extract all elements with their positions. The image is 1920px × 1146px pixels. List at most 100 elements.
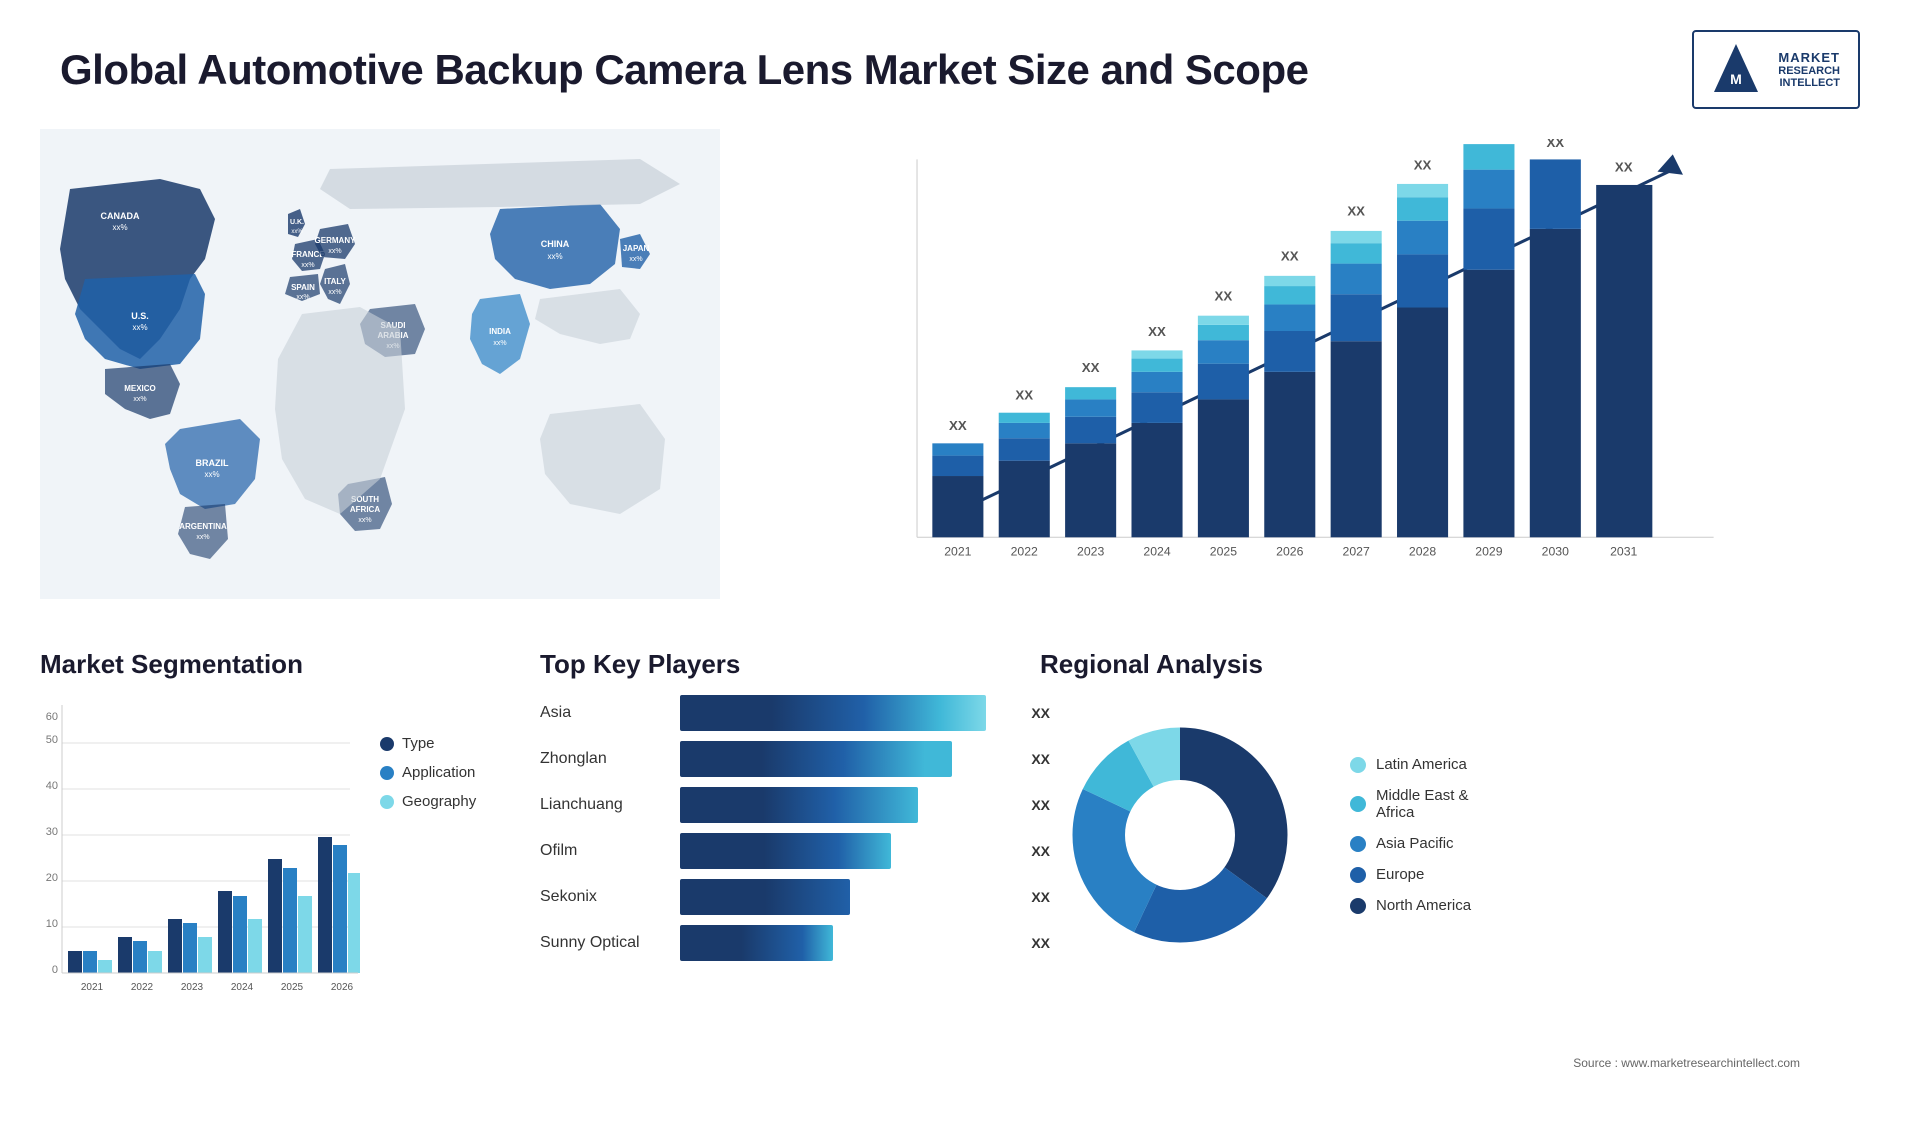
bottom-area: Market Segmentation 0 10 20 30 40 50 60 (0, 629, 1920, 1049)
svg-text:SPAIN: SPAIN (291, 283, 315, 292)
svg-text:XX: XX (1615, 160, 1633, 175)
source-section: Source : www.marketresearchintellect.com (0, 1049, 1920, 1072)
svg-text:2027: 2027 (1343, 545, 1370, 559)
player-name-zhonglan: Zhonglan (540, 750, 670, 768)
svg-text:CHINA: CHINA (541, 239, 570, 249)
world-map-section: CANADA xx% U.S. xx% MEXICO xx% BRAZIL xx… (40, 129, 720, 629)
svg-text:xx%: xx% (301, 262, 314, 269)
svg-text:U.K.: U.K. (290, 219, 304, 226)
svg-text:2029: 2029 (1475, 545, 1502, 559)
svg-text:XX: XX (1546, 139, 1564, 150)
svg-text:XX: XX (1015, 387, 1033, 402)
legend-europe: Europe (1350, 866, 1471, 883)
legend-mea-label2: Africa (1376, 804, 1469, 821)
svg-text:U.S.: U.S. (131, 311, 149, 321)
segmentation-chart: 0 10 20 30 40 50 60 2021 (40, 695, 360, 1005)
legend-app-label: Application (402, 764, 475, 781)
legend-mea-dot (1350, 796, 1366, 812)
svg-text:2022: 2022 (131, 982, 154, 993)
svg-text:MEXICO: MEXICO (124, 384, 156, 393)
svg-text:xx%: xx% (196, 534, 209, 541)
player-bar-lianchuang: XX (680, 787, 1020, 823)
svg-text:INDIA: INDIA (489, 327, 511, 336)
svg-text:xx%: xx% (328, 289, 341, 296)
player-value-sekonix: XX (1031, 889, 1050, 905)
player-bar-asia: XX (680, 695, 1020, 731)
player-row-ofilm: Ofilm XX (540, 833, 1020, 869)
regional-title: Regional Analysis (1040, 649, 1880, 680)
svg-text:XX: XX (1215, 288, 1233, 303)
svg-text:XX: XX (1148, 324, 1166, 339)
legend-mea-text: Middle East & Africa (1376, 787, 1469, 821)
player-row-sunny: Sunny Optical XX (540, 925, 1020, 961)
svg-text:XX: XX (949, 418, 967, 433)
bar-chart-section: XX 2021 XX 2022 XX 2023 XX 2024 (720, 129, 1880, 629)
legend-type: Type (380, 735, 476, 752)
donut-chart (1040, 695, 1320, 975)
player-row-asia: Asia XX (540, 695, 1020, 731)
segmentation-legend: Type Application Geography (380, 735, 476, 810)
svg-text:xx%: xx% (547, 252, 562, 261)
svg-text:40: 40 (46, 780, 58, 792)
legend-app-dot (380, 766, 394, 780)
svg-text:2022: 2022 (1011, 545, 1038, 559)
player-value-ofilm: XX (1031, 843, 1050, 859)
legend-type-label: Type (402, 735, 435, 752)
svg-text:xx%: xx% (291, 229, 303, 235)
svg-text:xx%: xx% (204, 470, 219, 479)
svg-text:10: 10 (46, 918, 58, 930)
svg-text:2026: 2026 (1276, 545, 1303, 559)
player-bar-ofilm: XX (680, 833, 1020, 869)
svg-text:2024: 2024 (1143, 545, 1170, 559)
player-name-ofilm: Ofilm (540, 842, 670, 860)
svg-text:M: M (1730, 71, 1742, 87)
players-list: Asia XX Zhonglan XX Lianchuang (540, 695, 1020, 961)
svg-text:20: 20 (46, 872, 58, 884)
svg-text:xx%: xx% (358, 517, 371, 524)
svg-text:xx%: xx% (132, 323, 147, 332)
svg-text:XX: XX (1347, 204, 1365, 219)
svg-text:AFRICA: AFRICA (350, 505, 380, 514)
legend-geo-label: Geography (402, 793, 476, 810)
svg-text:xx%: xx% (112, 223, 127, 232)
legend-ap-dot (1350, 836, 1366, 852)
svg-text:xx%: xx% (296, 294, 309, 301)
page-title: Global Automotive Backup Camera Lens Mar… (60, 46, 1308, 94)
svg-text:2021: 2021 (81, 982, 104, 993)
svg-text:GERMANY: GERMANY (315, 236, 357, 245)
source-text: Source : www.marketresearchintellect.com (1573, 1056, 1860, 1070)
legend-type-dot (380, 737, 394, 751)
svg-text:xx%: xx% (629, 256, 642, 263)
svg-text:xx%: xx% (493, 340, 506, 347)
svg-text:XX: XX (1082, 360, 1100, 375)
legend-north-america: North America (1350, 897, 1471, 914)
legend-asia-pacific: Asia Pacific (1350, 835, 1471, 852)
svg-text:BRAZIL: BRAZIL (196, 458, 229, 468)
player-name-asia: Asia (540, 704, 670, 722)
logo: M MARKET RESEARCH INTELLECT (1692, 30, 1860, 109)
svg-text:60: 60 (46, 711, 58, 723)
header: Global Automotive Backup Camera Lens Mar… (0, 0, 1920, 129)
svg-text:0: 0 (52, 964, 58, 976)
legend-middle-east: Middle East & Africa (1350, 787, 1471, 821)
player-name-lianchuang: Lianchuang (540, 796, 670, 814)
svg-text:30: 30 (46, 826, 58, 838)
svg-text:xx%: xx% (133, 396, 146, 403)
svg-text:2024: 2024 (231, 982, 254, 993)
legend-latin-dot (1350, 757, 1366, 773)
legend-mea-label: Middle East & (1376, 787, 1469, 804)
world-map-svg: CANADA xx% U.S. xx% MEXICO xx% BRAZIL xx… (40, 129, 720, 599)
svg-text:ARGENTINA: ARGENTINA (179, 522, 227, 531)
legend-na-label: North America (1376, 897, 1471, 914)
svg-text:50: 50 (46, 734, 58, 746)
legend-eu-label: Europe (1376, 866, 1424, 883)
svg-text:JAPAN: JAPAN (623, 244, 650, 253)
player-row-zhonglan: Zhonglan XX (540, 741, 1020, 777)
svg-text:2025: 2025 (1210, 545, 1237, 559)
legend-latin-america: Latin America (1350, 756, 1471, 773)
svg-text:2023: 2023 (1077, 545, 1104, 559)
growth-bar-chart: XX 2021 XX 2022 XX 2023 XX 2024 (740, 139, 1860, 619)
player-row-lianchuang: Lianchuang XX (540, 787, 1020, 823)
player-row-sekonix: Sekonix XX (540, 879, 1020, 915)
svg-text:2030: 2030 (1542, 545, 1569, 559)
